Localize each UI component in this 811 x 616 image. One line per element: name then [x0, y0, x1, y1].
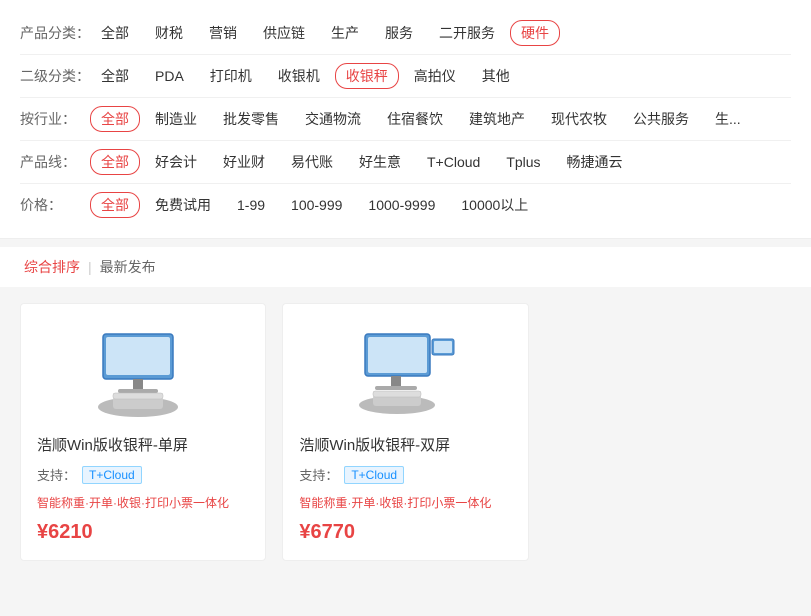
price-label: 价格：	[20, 195, 90, 215]
filter-item-subcategory-2[interactable]: 打印机	[199, 63, 263, 89]
category-items: 全部财税营销供应链生产服务二开服务硬件	[90, 20, 560, 46]
filter-item-industry-1[interactable]: 制造业	[144, 106, 208, 132]
filter-item-category-5[interactable]: 服务	[374, 20, 424, 46]
product-desc-2: 智能称重·开单·收银·打印小票一体化	[299, 494, 511, 511]
product-line-row: 产品线： 全部好会计好业财易代账好生意T+CloudTplus畅捷通云	[20, 141, 791, 184]
price-row: 价格： 全部免费试用1-99100-9991000-999910000以上	[20, 184, 791, 226]
product-image-svg-2	[345, 329, 465, 419]
support-text-1: 支持：	[37, 465, 76, 484]
price-items: 全部免费试用1-99100-9991000-999910000以上	[90, 192, 539, 218]
product-desc-1: 智能称重·开单·收银·打印小票一体化	[37, 494, 249, 511]
filter-item-subcategory-3[interactable]: 收银机	[267, 63, 331, 89]
filter-item-category-7[interactable]: 硬件	[510, 20, 560, 46]
filter-item-price-1[interactable]: 免费试用	[144, 192, 222, 218]
product-support-1: 支持： T+Cloud	[37, 465, 249, 484]
filter-item-industry-0[interactable]: 全部	[90, 106, 140, 132]
filter-item-subcategory-1[interactable]: PDA	[144, 65, 195, 87]
filter-item-price-4[interactable]: 1000-9999	[357, 194, 446, 216]
sort-comprehensive[interactable]: 综合排序	[20, 257, 84, 277]
filter-item-subcategory-6[interactable]: 其他	[471, 63, 521, 89]
subcategory-items: 全部PDA打印机收银机收银秤高拍仪其他	[90, 63, 521, 89]
filter-item-product_line-6[interactable]: Tplus	[495, 151, 551, 173]
category-label: 产品分类：	[20, 23, 90, 43]
filter-item-product_line-1[interactable]: 好会计	[144, 149, 208, 175]
product-card-2[interactable]: 浩顺Win版收银秤-双屏 支持： T+Cloud 智能称重·开单·收银·打印小票…	[282, 303, 528, 561]
filter-item-price-2[interactable]: 1-99	[226, 194, 276, 216]
filter-item-industry-4[interactable]: 住宿餐饮	[376, 106, 454, 132]
filter-item-product_line-0[interactable]: 全部	[90, 149, 140, 175]
product-image-svg-1	[83, 329, 203, 419]
product-price-1: ¥6210	[37, 521, 249, 544]
filter-section: 产品分类： 全部财税营销供应链生产服务二开服务硬件 二级分类： 全部PDA打印机…	[0, 0, 811, 239]
filter-item-subcategory-0[interactable]: 全部	[90, 63, 140, 89]
industry-label: 按行业：	[20, 109, 90, 129]
support-text-2: 支持：	[299, 465, 338, 484]
filter-item-price-5[interactable]: 10000以上	[450, 192, 539, 218]
product-card-1[interactable]: 浩顺Win版收银秤-单屏 支持： T+Cloud 智能称重·开单·收银·打印小票…	[20, 303, 266, 561]
filter-item-category-4[interactable]: 生产	[320, 20, 370, 46]
filter-item-industry-2[interactable]: 批发零售	[212, 106, 290, 132]
filter-item-category-1[interactable]: 财税	[144, 20, 194, 46]
subcategory-row: 二级分类： 全部PDA打印机收银机收银秤高拍仪其他	[20, 55, 791, 98]
product-image-area-2	[299, 324, 511, 424]
sort-divider: |	[84, 259, 96, 275]
filter-item-product_line-7[interactable]: 畅捷通云	[556, 149, 634, 175]
filter-item-category-0[interactable]: 全部	[90, 20, 140, 46]
support-tag-1: T+Cloud	[82, 466, 142, 484]
filter-item-category-6[interactable]: 二开服务	[428, 20, 506, 46]
filter-item-price-3[interactable]: 100-999	[280, 194, 353, 216]
filter-item-category-2[interactable]: 营销	[198, 20, 248, 46]
filter-item-industry-3[interactable]: 交通物流	[294, 106, 372, 132]
filter-item-product_line-4[interactable]: 好生意	[348, 149, 412, 175]
filter-item-subcategory-4[interactable]: 收银秤	[335, 63, 399, 89]
filter-item-industry-6[interactable]: 现代农牧	[540, 106, 618, 132]
industry-items: 全部制造业批发零售交通物流住宿餐饮建筑地产现代农牧公共服务生...	[90, 106, 752, 132]
product-line-label: 产品线：	[20, 152, 90, 172]
category-row: 产品分类： 全部财税营销供应链生产服务二开服务硬件	[20, 12, 791, 55]
product-name-2: 浩顺Win版收银秤-双屏	[299, 434, 511, 455]
filter-item-industry-7[interactable]: 公共服务	[622, 106, 700, 132]
product-name-1: 浩顺Win版收银秤-单屏	[37, 434, 249, 455]
support-tag-2: T+Cloud	[344, 466, 404, 484]
filter-item-category-3[interactable]: 供应链	[252, 20, 316, 46]
filter-item-industry-8[interactable]: 生...	[704, 106, 752, 132]
product-image-area-1	[37, 324, 249, 424]
product-grid: 浩顺Win版收银秤-单屏 支持： T+Cloud 智能称重·开单·收银·打印小票…	[0, 287, 811, 577]
filter-item-product_line-2[interactable]: 好业财	[212, 149, 276, 175]
product-support-2: 支持： T+Cloud	[299, 465, 511, 484]
sort-newest[interactable]: 最新发布	[96, 257, 160, 277]
product-line-items: 全部好会计好业财易代账好生意T+CloudTplus畅捷通云	[90, 149, 634, 175]
filter-item-product_line-5[interactable]: T+Cloud	[416, 151, 491, 173]
subcategory-label: 二级分类：	[20, 66, 90, 86]
product-price-2: ¥6770	[299, 521, 511, 544]
filter-item-product_line-3[interactable]: 易代账	[280, 149, 344, 175]
industry-row: 按行业： 全部制造业批发零售交通物流住宿餐饮建筑地产现代农牧公共服务生...	[20, 98, 791, 141]
filter-item-subcategory-5[interactable]: 高拍仪	[403, 63, 467, 89]
filter-item-industry-5[interactable]: 建筑地产	[458, 106, 536, 132]
sort-bar: 综合排序 | 最新发布	[0, 247, 811, 287]
filter-item-price-0[interactable]: 全部	[90, 192, 140, 218]
